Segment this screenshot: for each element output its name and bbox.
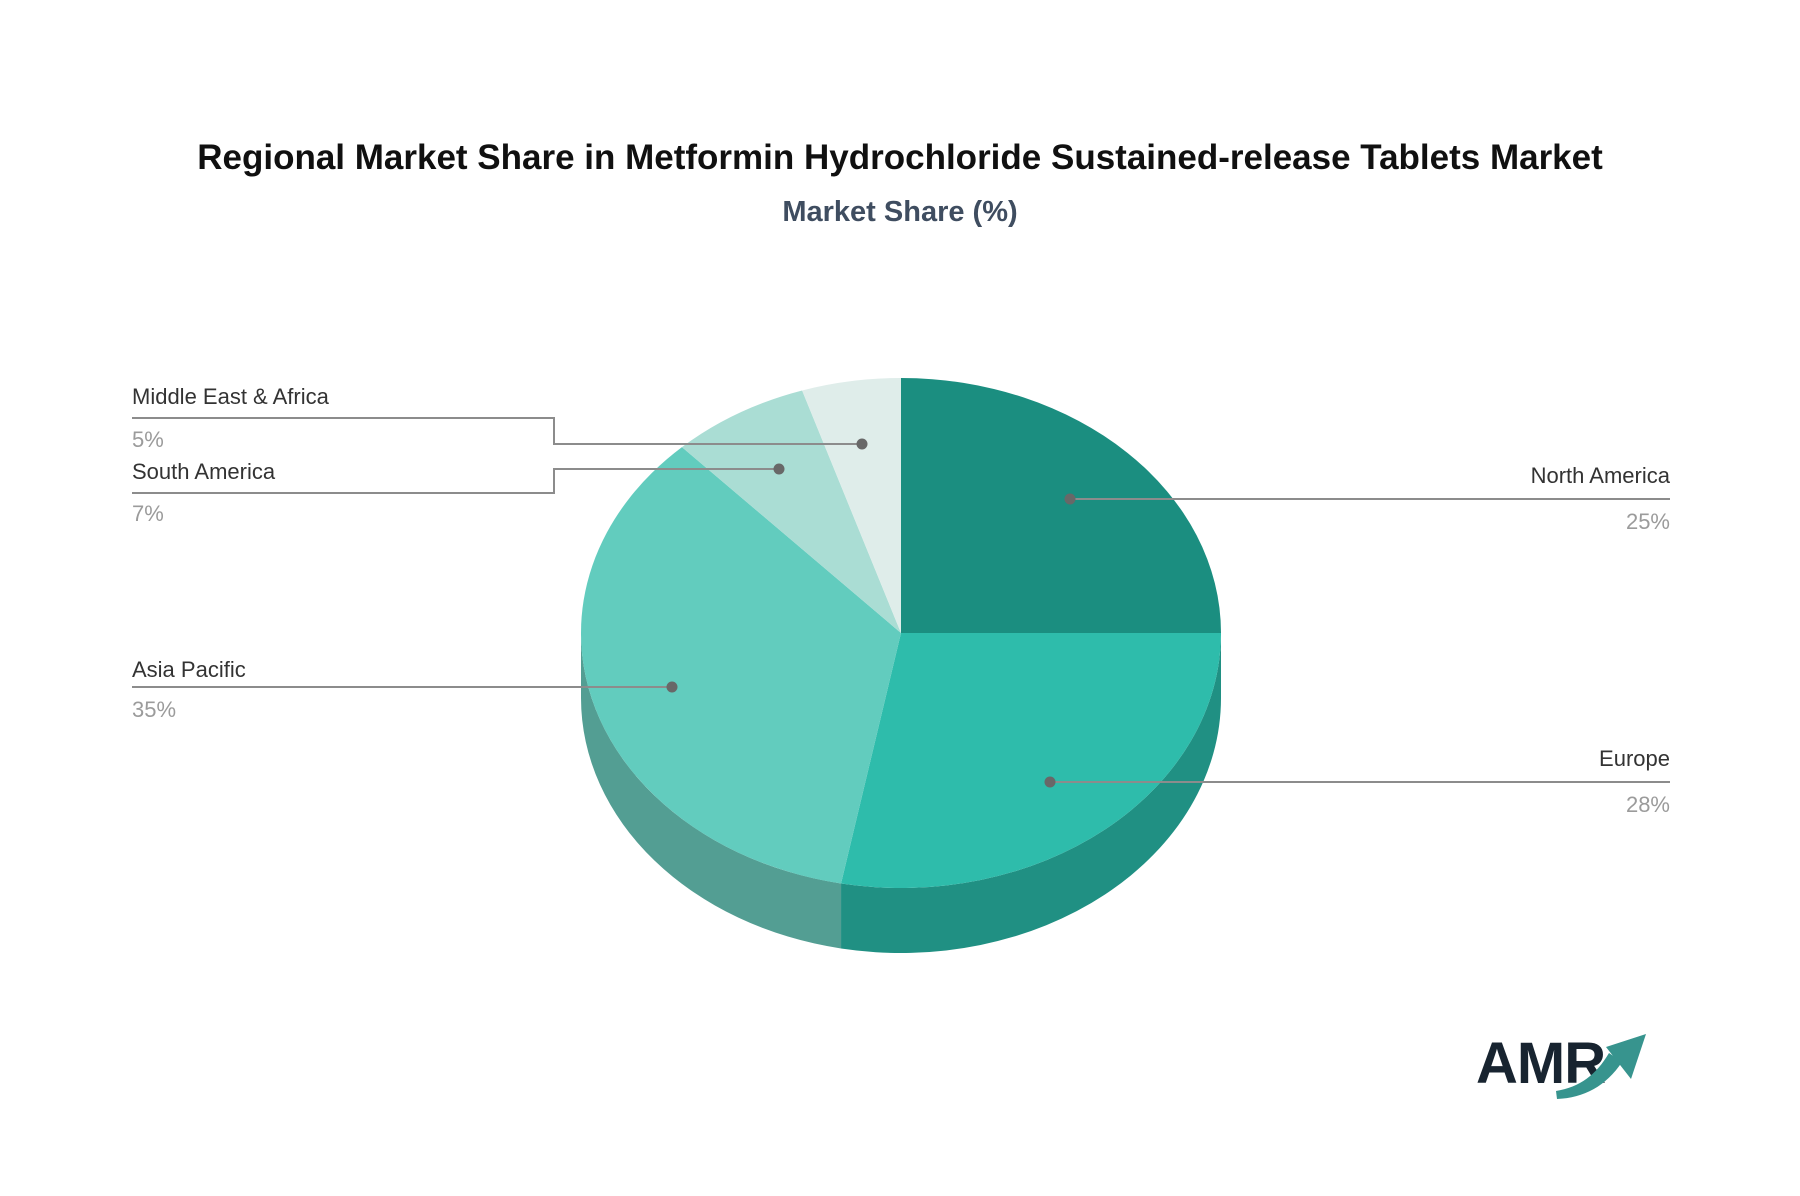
slice-percent-south-america: 7% (132, 501, 164, 526)
slice-percent-europe: 28% (1625, 792, 1670, 817)
slice-label-south-america: South America (132, 459, 276, 484)
pie-slice-europe (841, 633, 1221, 888)
pie-chart-canvas (132, 378, 1670, 953)
pie-slice-north-america (901, 378, 1221, 633)
leader-dot-north-america (1064, 493, 1076, 505)
amr-logo-arrow-icon (1556, 1034, 1646, 1099)
slice-percent-north-america: 25% (1625, 509, 1670, 534)
slice-label-middle-east-africa: Middle East & Africa (132, 384, 329, 409)
slice-label-europe: Europe (1599, 746, 1670, 771)
leader-dot-asia-pacific (666, 681, 678, 693)
slice-label-north-america: North America (1530, 463, 1670, 488)
slice-percent-middle-east-africa: 5% (132, 427, 164, 452)
amr-logo: AMR (1476, 1030, 1666, 1110)
slice-percent-asia-pacific: 35% (132, 697, 177, 722)
leader-dot-middle-east-africa (856, 438, 868, 450)
leader-dot-europe (1044, 776, 1056, 788)
leader-dot-south-america (773, 463, 785, 475)
chart-page: Regional Market Share in Metformin Hydro… (0, 0, 1800, 1196)
pie-slices (580, 378, 1221, 953)
slice-label-asia-pacific: Asia Pacific (132, 657, 246, 682)
